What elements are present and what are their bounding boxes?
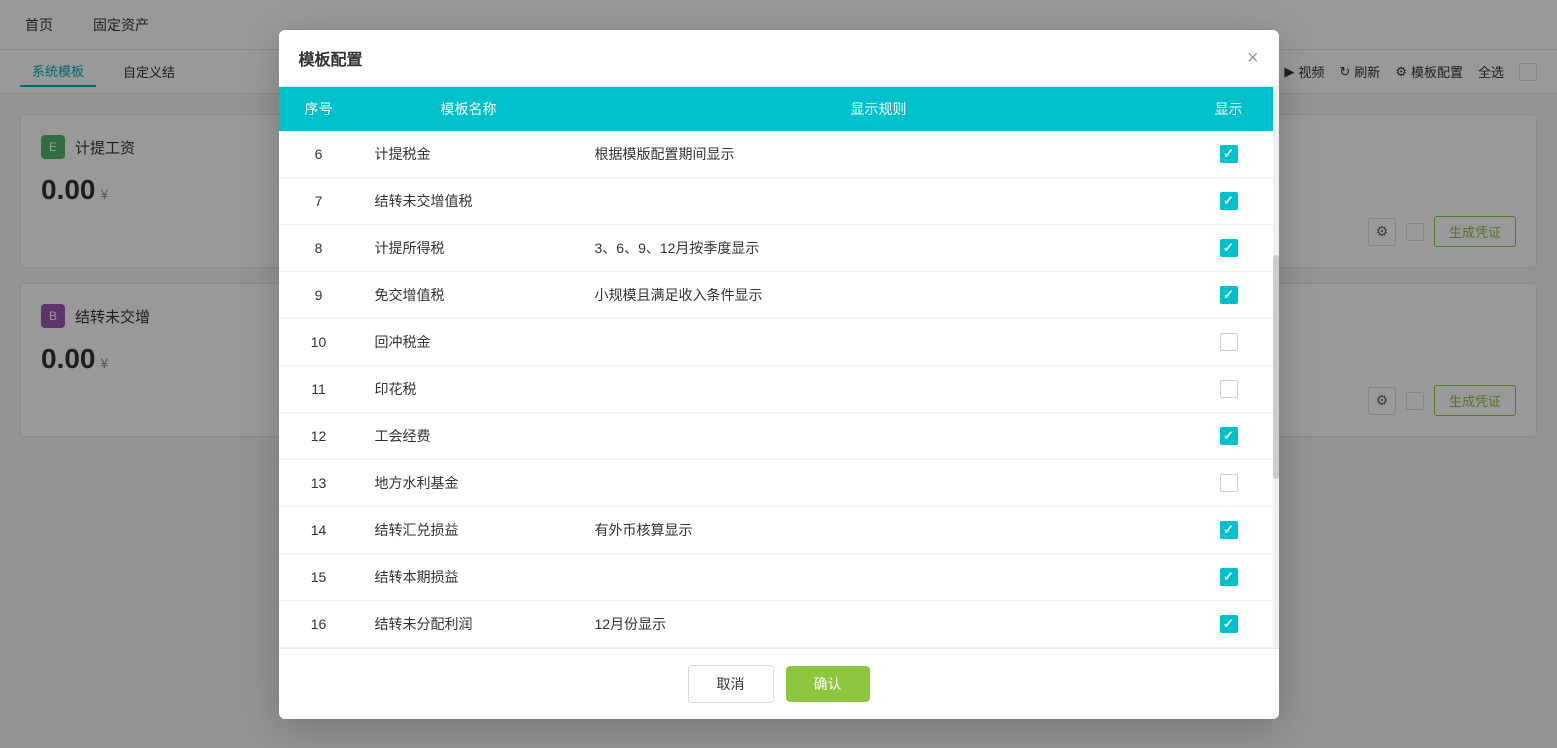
cell-show xyxy=(1179,271,1279,318)
table-body: 6计提税金根据模版配置期间显示7结转未交增值税8计提所得税3、6、9、12月按季… xyxy=(279,131,1279,648)
modal-overlay: 模板配置 × 序号 模板名称 显示规则 显示 6计提税金根据模版配置期间显 xyxy=(0,0,1557,748)
table-row: 6计提税金根据模版配置期间显示 xyxy=(279,131,1279,178)
col-header-index: 序号 xyxy=(279,87,359,131)
col-header-name: 模板名称 xyxy=(359,87,579,131)
cell-rule: 12月份显示 xyxy=(579,600,1179,647)
cell-show xyxy=(1179,131,1279,178)
config-table: 序号 模板名称 显示规则 显示 6计提税金根据模版配置期间显示7结转未交增值税8… xyxy=(279,87,1279,648)
cell-show xyxy=(1179,600,1279,647)
cell-index: 16 xyxy=(279,600,359,647)
modal-close-btn[interactable]: × xyxy=(1247,48,1259,68)
cell-name: 结转汇兑损益 xyxy=(359,506,579,553)
modal-footer: 取消 确认 xyxy=(279,648,1279,719)
modal-body: 序号 模板名称 显示规则 显示 6计提税金根据模版配置期间显示7结转未交增值税8… xyxy=(279,87,1279,648)
checkbox-checked[interactable] xyxy=(1220,286,1238,304)
cell-index: 9 xyxy=(279,271,359,318)
cell-show xyxy=(1179,506,1279,553)
table-row: 12工会经费 xyxy=(279,412,1279,459)
cell-rule: 有外币核算显示 xyxy=(579,506,1179,553)
cell-rule xyxy=(579,553,1179,600)
modal-header: 模板配置 × xyxy=(279,30,1279,87)
cell-show xyxy=(1179,365,1279,412)
checkbox-checked[interactable] xyxy=(1220,615,1238,633)
cell-index: 7 xyxy=(279,177,359,224)
table-row: 15结转本期损益 xyxy=(279,553,1279,600)
cell-name: 结转本期损益 xyxy=(359,553,579,600)
cancel-button[interactable]: 取消 xyxy=(688,665,774,703)
table-row: 8计提所得税3、6、9、12月按季度显示 xyxy=(279,224,1279,271)
cell-rule xyxy=(579,318,1179,365)
cell-index: 14 xyxy=(279,506,359,553)
cell-name: 工会经费 xyxy=(359,412,579,459)
checkbox-checked[interactable] xyxy=(1220,145,1238,163)
checkbox-unchecked[interactable] xyxy=(1220,474,1238,492)
cell-name: 免交增值税 xyxy=(359,271,579,318)
checkbox-unchecked[interactable] xyxy=(1220,380,1238,398)
cell-name: 计提所得税 xyxy=(359,224,579,271)
cell-name: 结转未交增值税 xyxy=(359,177,579,224)
cell-index: 15 xyxy=(279,553,359,600)
cell-show xyxy=(1179,318,1279,365)
table-header: 序号 模板名称 显示规则 显示 xyxy=(279,87,1279,131)
table-row: 9免交增值税小规模且满足收入条件显示 xyxy=(279,271,1279,318)
cell-rule xyxy=(579,177,1179,224)
checkbox-checked[interactable] xyxy=(1220,427,1238,445)
cell-name: 结转未分配利润 xyxy=(359,600,579,647)
checkbox-checked[interactable] xyxy=(1220,239,1238,257)
cell-rule xyxy=(579,412,1179,459)
scroll-track xyxy=(1273,87,1279,648)
col-header-show: 显示 xyxy=(1179,87,1279,131)
cell-index: 10 xyxy=(279,318,359,365)
cell-name: 地方水利基金 xyxy=(359,459,579,506)
modal-template-config: 模板配置 × 序号 模板名称 显示规则 显示 6计提税金根据模版配置期间显 xyxy=(279,30,1279,719)
cell-index: 6 xyxy=(279,131,359,178)
cell-show xyxy=(1179,224,1279,271)
table-row: 13地方水利基金 xyxy=(279,459,1279,506)
cell-index: 8 xyxy=(279,224,359,271)
cell-name: 计提税金 xyxy=(359,131,579,178)
cell-index: 12 xyxy=(279,412,359,459)
cell-rule: 小规模且满足收入条件显示 xyxy=(579,271,1179,318)
table-row: 11印花税 xyxy=(279,365,1279,412)
table-row: 7结转未交增值税 xyxy=(279,177,1279,224)
checkbox-checked[interactable] xyxy=(1220,521,1238,539)
cell-show xyxy=(1179,553,1279,600)
col-header-rule: 显示规则 xyxy=(579,87,1179,131)
cell-index: 11 xyxy=(279,365,359,412)
cell-index: 13 xyxy=(279,459,359,506)
table-row: 10回冲税金 xyxy=(279,318,1279,365)
cell-name: 回冲税金 xyxy=(359,318,579,365)
cell-show xyxy=(1179,412,1279,459)
cell-rule: 根据模版配置期间显示 xyxy=(579,131,1179,178)
cell-name: 印花税 xyxy=(359,365,579,412)
cell-show xyxy=(1179,177,1279,224)
confirm-button[interactable]: 确认 xyxy=(786,666,870,702)
checkbox-checked[interactable] xyxy=(1220,568,1238,586)
table-row: 14结转汇兑损益有外币核算显示 xyxy=(279,506,1279,553)
cell-rule xyxy=(579,459,1179,506)
cell-rule: 3、6、9、12月按季度显示 xyxy=(579,224,1179,271)
cell-rule xyxy=(579,365,1179,412)
cell-show xyxy=(1179,459,1279,506)
table-row: 16结转未分配利润12月份显示 xyxy=(279,600,1279,647)
modal-title: 模板配置 xyxy=(299,46,363,70)
scroll-thumb xyxy=(1273,255,1279,479)
checkbox-checked[interactable] xyxy=(1220,192,1238,210)
checkbox-unchecked[interactable] xyxy=(1220,333,1238,351)
